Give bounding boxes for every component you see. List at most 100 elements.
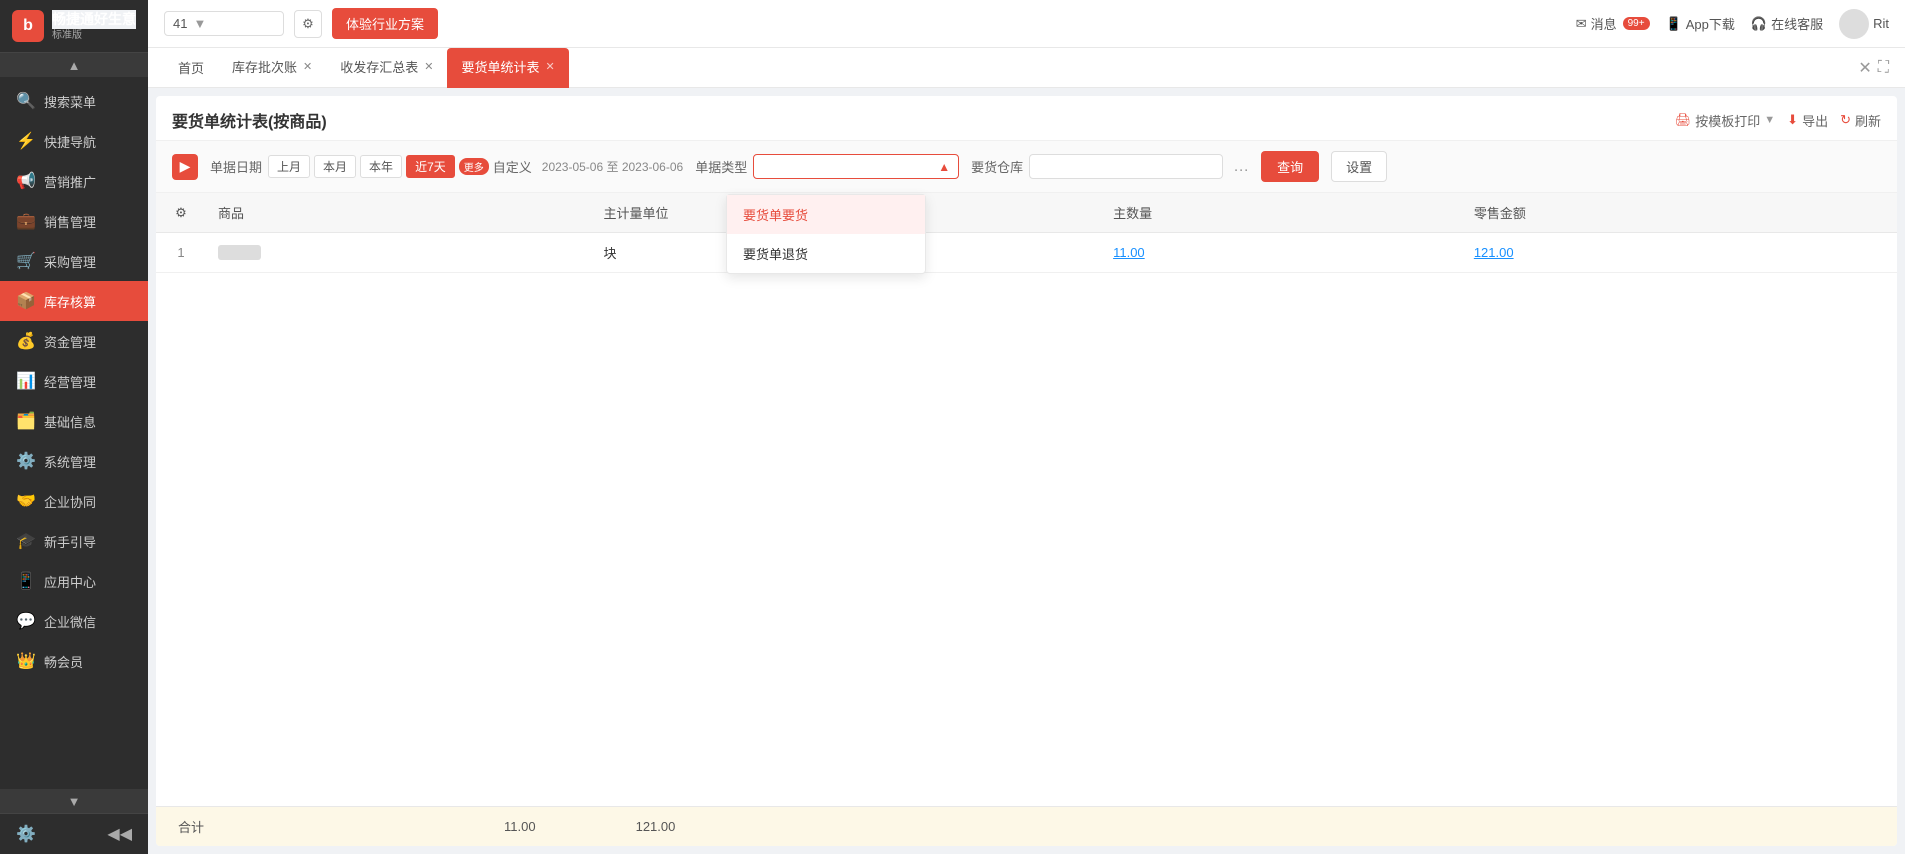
notification-badge: 99+: [1623, 17, 1650, 30]
nav-icon-inventory: 📦: [16, 291, 34, 311]
app-download-item[interactable]: 📱 App下载: [1666, 14, 1735, 33]
date-btn-this-year[interactable]: 本年: [360, 155, 402, 178]
col-amount: 零售金额: [1462, 193, 1897, 233]
sidebar-nav: 🔍搜索菜单⚡快捷导航📢营销推广💼销售管理🛒采购管理📦库存核算💰资金管理📊经营管理…: [0, 77, 148, 789]
warehouse-filter-group: 要货仓库 …: [971, 154, 1249, 179]
warehouse-input[interactable]: [1038, 159, 1214, 174]
col-quantity: 主数量: [1101, 193, 1462, 233]
warehouse-select[interactable]: [1029, 154, 1223, 179]
tab-home[interactable]: 首页: [164, 48, 218, 88]
notification-label: 消息: [1591, 14, 1617, 33]
nav-label-purchase: 采购管理: [44, 252, 96, 271]
dropdown-item-return[interactable]: 要货单退货: [727, 234, 925, 273]
print-btn[interactable]: 🖨 按模板打印 ▼: [1675, 111, 1775, 130]
sidebar-item-enterprise[interactable]: 🤝企业协同: [0, 481, 148, 521]
sidebar-item-system[interactable]: ⚙️系统管理: [0, 441, 148, 481]
close-icon[interactable]: ✕: [424, 60, 433, 73]
bell-icon: ✉: [1576, 16, 1587, 32]
nav-label-vip: 畅会员: [44, 652, 83, 671]
settings-button[interactable]: 设置: [1331, 151, 1387, 182]
close-icon[interactable]: ✕: [546, 60, 555, 73]
scroll-down-btn[interactable]: ▼: [0, 789, 148, 813]
type-input[interactable]: [762, 159, 938, 174]
nav-label-search: 搜索菜单: [44, 92, 96, 111]
footer-quantity: 11.00: [504, 819, 536, 834]
close-icon[interactable]: ✕: [303, 60, 312, 73]
tab-receivable-summary[interactable]: 收发存汇总表 ✕: [326, 48, 447, 88]
topbar-gear-btn[interactable]: ⚙: [294, 10, 322, 38]
user-item[interactable]: Rit: [1839, 9, 1889, 39]
sidebar-item-wechat[interactable]: 💬企业微信: [0, 601, 148, 641]
collapse-icon[interactable]: ◀◀: [107, 824, 132, 844]
sidebar-item-marketing[interactable]: 📢营销推广: [0, 161, 148, 201]
nav-label-app-center: 应用中心: [44, 572, 96, 591]
date-more-badge[interactable]: 更多: [459, 158, 489, 175]
type-label: 单据类型: [695, 157, 747, 176]
sidebar-item-vip[interactable]: 👑畅会员: [0, 641, 148, 681]
trial-button[interactable]: 体验行业方案: [332, 8, 438, 39]
row-product: [206, 233, 592, 273]
tab-demand-stats[interactable]: 要货单统计表 ✕: [447, 48, 568, 88]
dropdown-item-demand[interactable]: 要货单要货: [727, 195, 925, 234]
table-wrapper: ⚙ 商品 主计量单位 主数量 零售金额 1 块: [156, 193, 1897, 806]
date-btn-7days[interactable]: 近7天: [406, 155, 455, 178]
scroll-up-btn[interactable]: ▲: [0, 53, 148, 77]
export-icon: ⬇: [1787, 112, 1798, 128]
sidebar-item-base[interactable]: 🗂️基础信息: [0, 401, 148, 441]
sidebar-item-quick-nav[interactable]: ⚡快捷导航: [0, 121, 148, 161]
footer-label: 合计: [168, 817, 204, 836]
chevron-up-icon[interactable]: ▲: [938, 160, 950, 174]
settings-icon[interactable]: ⚙️: [16, 824, 36, 844]
tab-inventory-batch[interactable]: 库存批次账 ✕: [218, 48, 326, 88]
expand-icon[interactable]: ✕: [1858, 58, 1871, 78]
query-button[interactable]: 查询: [1261, 151, 1319, 182]
filter-expand-btn[interactable]: ▶: [172, 154, 198, 180]
date-custom-btn[interactable]: 自定义: [493, 157, 532, 176]
quantity-link[interactable]: 11.00: [1113, 245, 1145, 260]
headset-icon: 🎧: [1751, 16, 1767, 32]
print-icon: 🖨: [1675, 112, 1692, 128]
sidebar-item-purchase[interactable]: 🛒采购管理: [0, 241, 148, 281]
nav-label-guide: 新手引导: [44, 532, 96, 551]
support-label: 在线客服: [1771, 14, 1823, 33]
row-amount: 121.00: [1462, 233, 1897, 273]
date-range-text: 2023-05-06 至 2023-06-06: [542, 158, 683, 175]
export-btn[interactable]: ⬇ 导出: [1787, 111, 1828, 130]
row-num: 1: [156, 233, 206, 273]
support-item[interactable]: 🎧 在线客服: [1751, 14, 1823, 33]
type-select[interactable]: ▲: [753, 154, 959, 179]
sidebar-item-guide[interactable]: 🎓新手引导: [0, 521, 148, 561]
nav-icon-enterprise: 🤝: [16, 491, 34, 511]
sidebar-item-finance[interactable]: 💰资金管理: [0, 321, 148, 361]
user-avatar: [1839, 9, 1869, 39]
sidebar-item-inventory[interactable]: 📦库存核算: [0, 281, 148, 321]
date-filter-group: 单据日期 上月 本月 本年 近7天 更多 自定义 2023-05-06 至 20…: [210, 155, 683, 178]
page-actions: 🖨 按模板打印 ▼ ⬇ 导出 ↻ 刷新: [1675, 111, 1881, 130]
product-name: [218, 245, 261, 260]
table-row: 1 块 11.00 121.00: [156, 233, 1897, 273]
more-icon[interactable]: …: [1233, 158, 1249, 176]
chevron-down-icon: ▼: [193, 16, 206, 31]
app-download-label: App下载: [1686, 14, 1735, 33]
type-filter-group: 单据类型 ▲: [695, 154, 959, 179]
col-settings[interactable]: ⚙: [156, 193, 206, 233]
user-name: Rit: [1873, 16, 1889, 31]
nav-label-wechat: 企业微信: [44, 612, 96, 631]
notification-item[interactable]: ✉ 消息 99+: [1576, 14, 1650, 33]
date-btn-this-month[interactable]: 本月: [314, 155, 356, 178]
sidebar-item-sales[interactable]: 💼销售管理: [0, 201, 148, 241]
refresh-btn[interactable]: ↻ 刷新: [1840, 111, 1881, 130]
fullscreen-icon[interactable]: ⛶: [1878, 59, 1889, 77]
topbar-right: ✉ 消息 99+ 📱 App下载 🎧 在线客服 Rit: [1576, 9, 1889, 39]
sidebar-item-business[interactable]: 📊经营管理: [0, 361, 148, 401]
amount-link[interactable]: 121.00: [1474, 245, 1514, 260]
sidebar-item-search[interactable]: 🔍搜索菜单: [0, 81, 148, 121]
date-btn-last-month[interactable]: 上月: [268, 155, 310, 178]
refresh-icon: ↻: [1840, 112, 1851, 128]
footer-amount: 121.00: [636, 819, 676, 834]
sidebar-item-app-center[interactable]: 📱应用中心: [0, 561, 148, 601]
branch-selector[interactable]: 41 ▼: [164, 11, 284, 36]
topbar-left: 41 ▼ ⚙ 体验行业方案: [164, 8, 438, 39]
page-content: 要货单统计表(按商品) 🖨 按模板打印 ▼ ⬇ 导出 ↻ 刷新 ▶: [156, 96, 1897, 846]
topbar: 41 ▼ ⚙ 体验行业方案 ✉ 消息 99+ 📱 App下载 🎧 在线客服 R: [148, 0, 1905, 48]
